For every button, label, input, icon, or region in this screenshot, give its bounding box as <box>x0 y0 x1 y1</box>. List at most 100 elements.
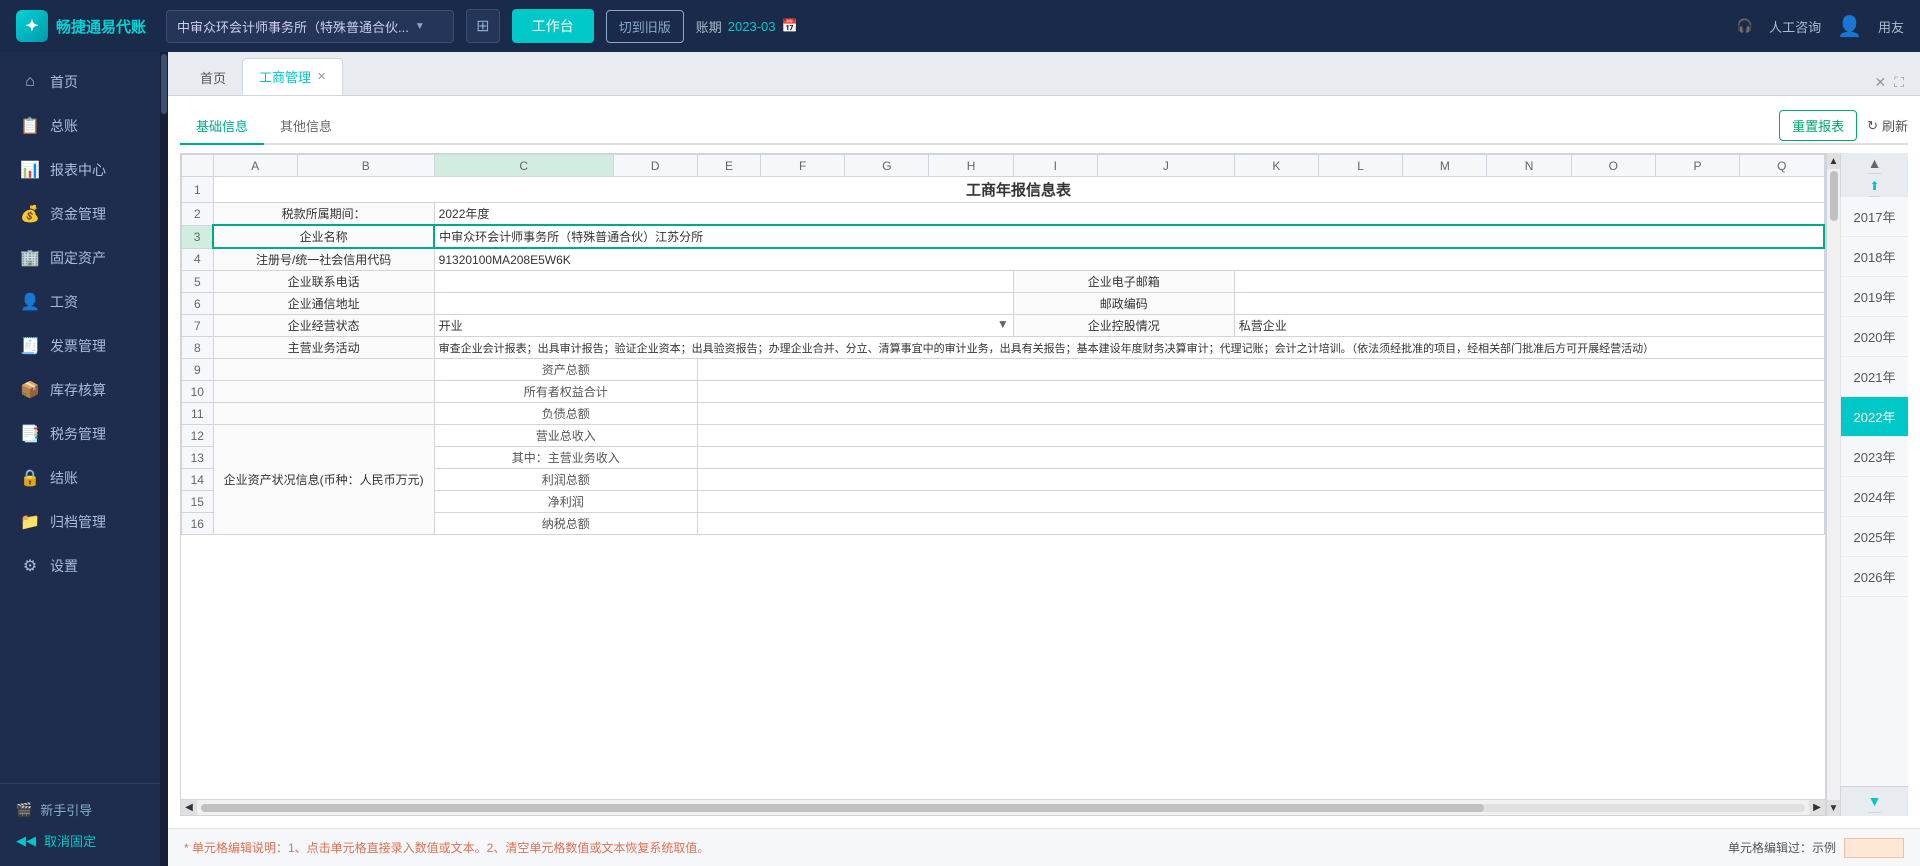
scroll-down-button[interactable]: ▼ <box>1827 800 1840 816</box>
unpin-button[interactable]: ◀◀ 取消固定 <box>16 825 152 856</box>
year-2022[interactable]: 2022年 <box>1841 397 1908 437</box>
app-name: 畅捷通易代账 <box>56 16 146 37</box>
year-2017[interactable]: 2017年 <box>1841 197 1908 237</box>
col-header-k[interactable]: K <box>1234 155 1318 177</box>
tab-close-icon[interactable]: ✕ <box>317 70 326 83</box>
tab-bizmanage[interactable]: 工商管理 ✕ <box>242 58 343 95</box>
sidebar-item-salary[interactable]: 👤 工资 <box>0 280 168 324</box>
sub-tab-other[interactable]: 其他信息 <box>264 108 348 145</box>
consulting-label[interactable]: 人工咨询 <box>1769 17 1821 36</box>
sidebar-item-home[interactable]: ⌂ 首页 <box>0 60 168 104</box>
col-header-p[interactable]: P <box>1655 155 1739 177</box>
scroll-up-button[interactable]: ▲ <box>1827 153 1840 169</box>
sidebar-item-invoice[interactable]: 🧾 发票管理 <box>0 324 168 368</box>
sidebar-item-close[interactable]: 🔒 结账 <box>0 456 168 500</box>
col-header-i[interactable]: I <box>1013 155 1097 177</box>
addr-value[interactable] <box>434 293 1013 315</box>
year-2019[interactable]: 2019年 <box>1841 277 1908 317</box>
main-revenue-value[interactable] <box>697 447 1824 469</box>
col-header-c[interactable]: C <box>434 155 613 177</box>
vertical-scrollbar[interactable]: ▲ ▼ <box>1826 153 1840 816</box>
sidebar-item-tax[interactable]: 📑 税务管理 <box>0 412 168 456</box>
col-header-a[interactable]: A <box>213 155 297 177</box>
year-2020[interactable]: 2020年 <box>1841 317 1908 357</box>
refresh-button[interactable]: ↻ 刷新 <box>1867 116 1908 135</box>
col-header-f[interactable]: F <box>761 155 845 177</box>
scroll-right-button[interactable]: ▶ <box>1809 800 1825 816</box>
sidebar-item-settings[interactable]: ⚙ 设置 <box>0 544 168 588</box>
col-header-g[interactable]: G <box>845 155 929 177</box>
year-2021[interactable]: 2021年 <box>1841 357 1908 397</box>
year-2024[interactable]: 2024年 <box>1841 477 1908 517</box>
sidebar-item-archive[interactable]: 📁 归档管理 <box>0 500 168 544</box>
period-value: 2023-03 <box>728 19 776 34</box>
holding-value[interactable]: 私营企业 <box>1234 315 1824 337</box>
old-version-button[interactable]: 切到旧版 <box>606 10 684 43</box>
spreadsheet-scroll-area[interactable]: A B C D E F G H I <box>181 154 1825 799</box>
scroll-thumb[interactable] <box>201 804 1484 812</box>
net-profit-value[interactable] <box>697 491 1824 513</box>
year-2025[interactable]: 2025年 <box>1841 517 1908 557</box>
sidebar-label-invoice: 发票管理 <box>50 336 106 356</box>
period-value-cell[interactable]: 2022年度 <box>434 203 1824 226</box>
year-2026[interactable]: 2026年 <box>1841 557 1908 597</box>
sidebar-label-salary: 工资 <box>50 292 78 312</box>
panel-double-up-icon[interactable]: ⬆ <box>1869 176 1879 197</box>
col-header-n[interactable]: N <box>1487 155 1571 177</box>
reg-num-value[interactable]: 91320100MA208E5W6K <box>434 248 1824 271</box>
calendar-icon[interactable]: 📅 <box>782 18 798 34</box>
col-header-e[interactable]: E <box>697 155 760 177</box>
year-2023[interactable]: 2023年 <box>1841 437 1908 477</box>
liab-value[interactable] <box>697 403 1824 425</box>
copy-icon[interactable]: ⊞ <box>466 9 500 43</box>
new-guide-button[interactable]: 🎬 新手引导 <box>16 794 152 825</box>
row-number: 2 <box>182 203 214 226</box>
col-header-b[interactable]: B <box>297 155 434 177</box>
v-scroll-thumb[interactable] <box>1830 171 1838 221</box>
reset-report-button[interactable]: 重置报表 <box>1779 110 1857 141</box>
reg-num-label: 注册号/统一社会信用代码 <box>213 248 434 271</box>
table-row: 8 主营业务活动 审查企业会计报表；出具审计报告；验证企业资本；出具验资报告；办… <box>182 337 1825 359</box>
tax-total-value[interactable] <box>697 513 1824 535</box>
email-value[interactable] <box>1234 271 1824 293</box>
scroll-left-button[interactable]: ◀ <box>181 800 197 816</box>
tab-home[interactable]: 首页 <box>184 60 242 95</box>
phone-value[interactable] <box>434 271 1013 293</box>
postcode-value[interactable] <box>1234 293 1824 315</box>
col-header-h[interactable]: H <box>929 155 1013 177</box>
col-header-d[interactable]: D <box>613 155 697 177</box>
col-header-j[interactable]: J <box>1097 155 1234 177</box>
window-maximize-icon[interactable]: ⛶ <box>1894 74 1904 91</box>
sidebar-item-ledger[interactable]: 📋 总账 <box>0 104 168 148</box>
total-assets-value[interactable] <box>697 359 1824 381</box>
horizontal-scrollbar[interactable]: ◀ ▶ <box>181 799 1825 815</box>
profit-value[interactable] <box>697 469 1824 491</box>
window-close-icon[interactable]: ✕ <box>1874 74 1886 91</box>
sidebar-item-reports[interactable]: 📊 报表中心 <box>0 148 168 192</box>
col-header-m[interactable]: M <box>1403 155 1487 177</box>
logo-icon: ✦ <box>16 10 48 42</box>
biz-status-value[interactable]: 开业 ▼ <box>434 315 1013 337</box>
settings-icon: ⚙ <box>20 556 40 576</box>
col-header-q[interactable]: Q <box>1740 155 1824 177</box>
equity-value[interactable] <box>697 381 1824 403</box>
panel-down-icon[interactable]: ▼ <box>1868 791 1882 813</box>
refresh-icon: ↻ <box>1867 118 1878 134</box>
phone-label: 企业联系电话 <box>213 271 434 293</box>
revenue-label: 营业总收入 <box>434 425 697 447</box>
sidebar-item-assets[interactable]: 🏢 固定资产 <box>0 236 168 280</box>
close-accounts-icon: 🔒 <box>20 468 40 488</box>
company-name-value[interactable]: 中审众环会计师事务所（特殊普通合伙）江苏分所 <box>434 225 1824 248</box>
revenue-value[interactable] <box>697 425 1824 447</box>
sidebar-item-capital[interactable]: 💰 资金管理 <box>0 192 168 236</box>
company-selector[interactable]: 中审众环会计师事务所（特殊普通合伙... ▼ <box>166 10 454 43</box>
col-header-l[interactable]: L <box>1319 155 1403 177</box>
sidebar-item-inventory[interactable]: 📦 库存核算 <box>0 368 168 412</box>
sub-tab-basic[interactable]: 基础信息 <box>180 108 264 145</box>
workbench-button[interactable]: 工作台 <box>512 9 594 43</box>
sidebar-label-ledger: 总账 <box>50 116 78 136</box>
panel-up-icon[interactable]: ▲ <box>1868 153 1882 174</box>
year-2018[interactable]: 2018年 <box>1841 237 1908 277</box>
col-header-o[interactable]: O <box>1571 155 1655 177</box>
main-biz-value[interactable]: 审查企业会计报表；出具审计报告；验证企业资本；出具验资报告；办理企业合并、分立、… <box>434 337 1824 359</box>
